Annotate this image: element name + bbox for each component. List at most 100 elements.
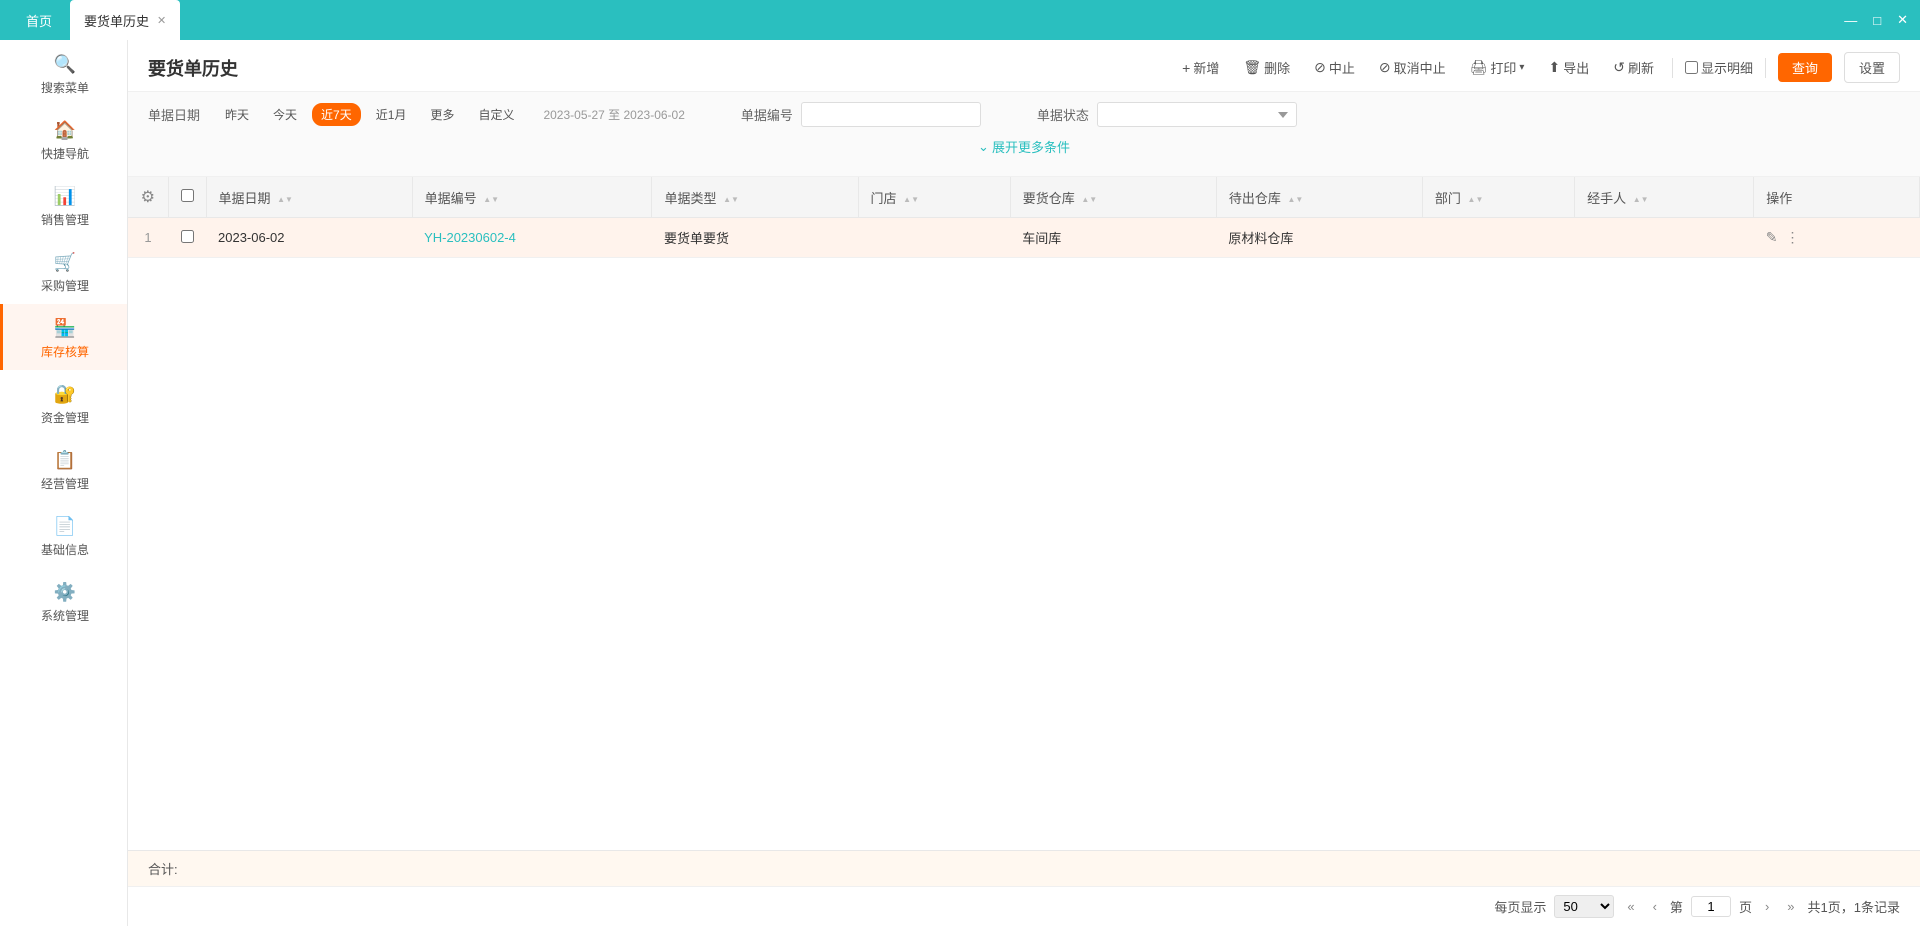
sidebar-item-quick-nav-label: 快捷导航 [41,145,89,162]
new-icon: + [1182,60,1190,76]
row-doc-no-link[interactable]: YH-20230602-4 [424,230,516,245]
row-edit-icon[interactable]: ✎ [1766,229,1778,246]
row-dept [1422,218,1574,258]
col-handler: 经手人 ▲▼ [1575,177,1754,218]
first-page-btn[interactable]: « [1622,897,1639,916]
next-page-btn[interactable]: › [1760,897,1774,916]
col-doc-type-label: 单据类型 [664,191,716,206]
expand-btn[interactable]: ⌄ 展开更多条件 [970,133,1078,160]
sys-mgmt-icon: ⚙️ [54,582,76,603]
sidebar-item-quick-nav[interactable]: 🏠 快捷导航 [0,106,127,172]
date-btn-last7days[interactable]: 近7天 [312,103,361,126]
row-action-cell: ✎ ⋮ [1754,218,1920,258]
col-req-warehouse-label: 要货仓库 [1023,191,1075,206]
per-page-select[interactable]: 50 20 100 200 [1554,895,1614,918]
tab-requisition-history[interactable]: 要货单历史 ✕ [70,0,180,40]
toolbar-divider-2 [1765,58,1766,78]
search-menu-icon: 🔍 [54,54,76,75]
sidebar-item-basic-info-label: 基础信息 [41,541,89,558]
new-button[interactable]: + 新增 [1176,54,1225,81]
doc-no-label: 单据编号 [741,105,793,124]
export-icon: ⬆ [1548,59,1560,76]
content-area: 要货单历史 + 新增 🗑 删除 ⊘ 中止 ⊘ 取消中止 [128,40,1920,926]
date-btn-today[interactable]: 今天 [264,103,306,126]
stop-button[interactable]: ⊘ 中止 [1308,54,1361,81]
export-button[interactable]: ⬆ 导出 [1542,54,1595,81]
sidebar-item-sales-mgmt-label: 销售管理 [41,211,89,228]
refresh-label: 刷新 [1628,58,1654,77]
doc-no-input[interactable] [801,102,981,127]
last-page-btn[interactable]: » [1782,897,1799,916]
query-button[interactable]: 查询 [1778,53,1832,82]
display-detail-label: 显示明细 [1701,58,1753,77]
col-pending-warehouse: 待出仓库 ▲▼ [1216,177,1422,218]
expand-label: 展开更多条件 [992,137,1070,156]
top-bar-right: — □ ✕ [1844,12,1908,28]
query-label: 查询 [1792,58,1818,77]
sidebar-item-basic-info[interactable]: 📄 基础信息 [0,502,127,568]
toolbar-divider [1672,58,1673,78]
row-more-icon[interactable]: ⋮ [1785,229,1799,246]
sidebar-item-sys-mgmt[interactable]: ⚙️ 系统管理 [0,568,127,634]
per-page-label: 每页显示 [1494,897,1546,916]
col-doc-no: 单据编号 ▲▼ [412,177,652,218]
new-label: 新增 [1193,58,1219,77]
page-title: 要货单历史 [148,55,238,81]
display-detail-checkbox[interactable] [1685,61,1698,74]
window-minimize-icon[interactable]: — [1844,13,1857,28]
col-checkbox [168,177,206,218]
col-store: 门店 ▲▼ [858,177,1010,218]
col-store-label: 门店 [871,191,897,206]
row-doc-date: 2023-06-02 [206,218,412,258]
display-detail-toggle[interactable]: 显示明细 [1685,58,1753,77]
stop-icon: ⊘ [1314,59,1326,76]
row-checkbox[interactable] [181,230,194,243]
col-pending-warehouse-label: 待出仓库 [1229,191,1281,206]
sales-mgmt-icon: 📊 [54,186,76,207]
stop-label: 中止 [1329,58,1355,77]
col-req-warehouse-sort-icon: ▲▼ [1081,195,1097,204]
data-table: ⚙ 单据日期 ▲▼ 单据编号 ▲▼ [128,177,1920,258]
select-all-checkbox[interactable] [181,189,194,202]
table-wrap: ⚙ 单据日期 ▲▼ 单据编号 ▲▼ [128,177,1920,850]
col-doc-no-sort-icon: ▲▼ [483,195,499,204]
status-select[interactable] [1097,102,1297,127]
export-label: 导出 [1563,58,1589,77]
sidebar-item-ops-mgmt[interactable]: 📋 经营管理 [0,436,127,502]
tab-home[interactable]: 首页 [12,0,66,40]
refresh-button[interactable]: ↺ 刷新 [1607,54,1660,81]
main-layout: 🔍 搜索菜单 🏠 快捷导航 📊 销售管理 🛒 采购管理 🏪 库存核算 🔐 资金管… [0,40,1920,926]
print-button[interactable]: 🖨 打印 ▾ [1464,54,1531,81]
date-btn-more[interactable]: 更多 [421,103,463,126]
col-doc-date-label: 单据日期 [219,191,271,206]
print-dropdown-icon: ▾ [1519,62,1524,73]
prev-page-btn[interactable]: ‹ [1648,897,1662,916]
date-range-text: 2023-05-27 至 2023-06-02 [543,106,684,123]
filter-row-2: ⌄ 展开更多条件 [148,133,1900,160]
sidebar-item-purchase-mgmt[interactable]: 🛒 采购管理 [0,238,127,304]
window-maximize-icon[interactable]: □ [1873,13,1881,28]
date-btn-last1month[interactable]: 近1月 [367,103,416,126]
sidebar-item-sales-mgmt[interactable]: 📊 销售管理 [0,172,127,238]
setting-button[interactable]: 设置 [1844,52,1900,83]
col-store-sort-icon: ▲▼ [903,195,919,204]
col-handler-label: 经手人 [1587,191,1626,206]
current-page-input[interactable] [1691,896,1731,917]
expand-down-icon: ⌄ [978,139,989,155]
delete-button[interactable]: 🗑 删除 [1237,54,1296,81]
date-btn-yesterday[interactable]: 昨天 [216,103,258,126]
table-setting-icon[interactable]: ⚙ [141,189,155,206]
table-row: 1 2023-06-02 YH-20230602-4 要货单要货 车间库 原材料… [128,218,1920,258]
row-req-warehouse: 车间库 [1010,218,1216,258]
date-btn-custom[interactable]: 自定义 [469,103,523,126]
tab-close-icon[interactable]: ✕ [157,14,166,27]
status-filter: 单据状态 [1037,102,1297,127]
delete-label: 删除 [1264,58,1290,77]
status-label: 单据状态 [1037,105,1089,124]
finance-mgmt-icon: 🔐 [54,384,76,405]
window-close-icon[interactable]: ✕ [1897,12,1908,28]
sidebar-item-finance-mgmt[interactable]: 🔐 资金管理 [0,370,127,436]
cancel-stop-button[interactable]: ⊘ 取消中止 [1373,54,1452,81]
sidebar-item-inventory[interactable]: 🏪 库存核算 [0,304,127,370]
sidebar-item-search-menu[interactable]: 🔍 搜索菜单 [0,40,127,106]
